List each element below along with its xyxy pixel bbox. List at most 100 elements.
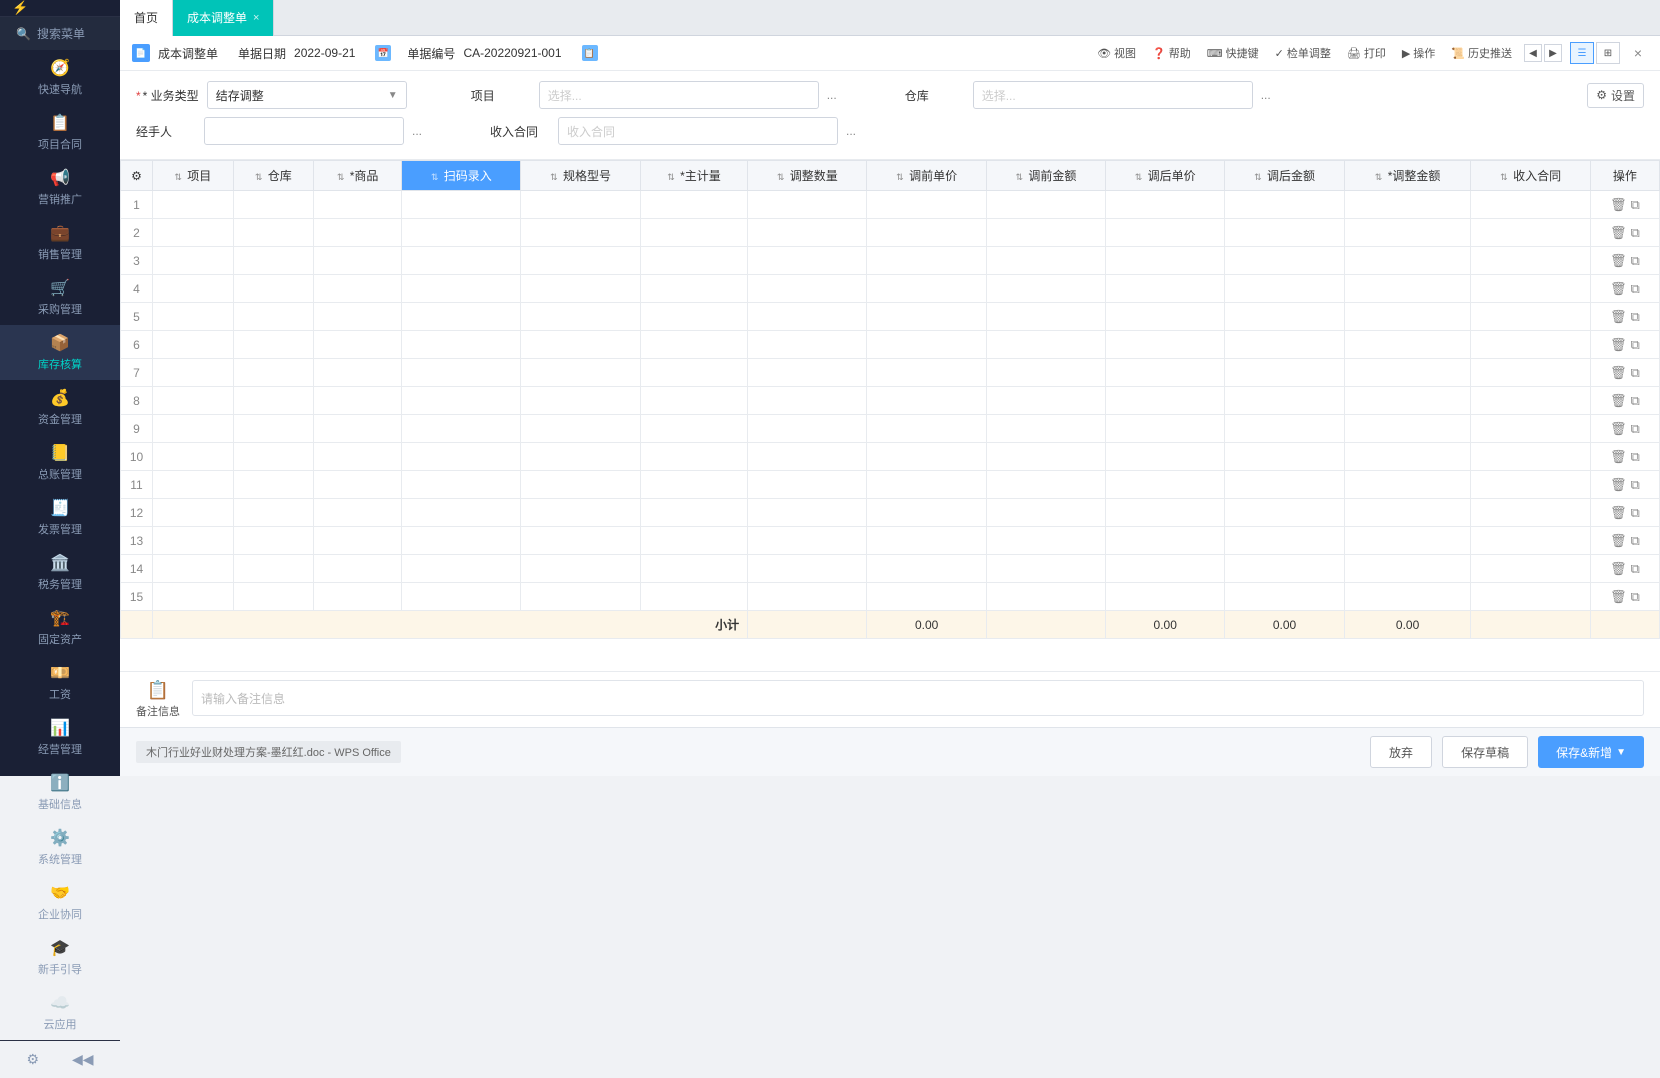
table-cell[interactable] bbox=[233, 527, 314, 555]
print-btn[interactable]: 🖨 打印 bbox=[1343, 43, 1390, 63]
table-cell[interactable] bbox=[521, 191, 640, 219]
table-cell[interactable] bbox=[402, 303, 521, 331]
table-cell[interactable] bbox=[1106, 303, 1225, 331]
table-cell[interactable] bbox=[748, 191, 867, 219]
project-input[interactable]: 选择... bbox=[539, 81, 819, 109]
table-cell[interactable] bbox=[233, 331, 314, 359]
table-cell[interactable] bbox=[1344, 247, 1471, 275]
sidebar-item-biz-coop[interactable]: 🤝 企业协同 bbox=[0, 875, 120, 930]
table-cell[interactable] bbox=[233, 219, 314, 247]
sidebar-settings-icon[interactable]: ⚙ bbox=[26, 1051, 39, 1068]
table-cell[interactable] bbox=[153, 499, 234, 527]
copy-row-icon[interactable]: ⧉ bbox=[1631, 421, 1640, 437]
table-cell[interactable] bbox=[748, 471, 867, 499]
table-cell[interactable] bbox=[521, 527, 640, 555]
table-cell[interactable] bbox=[867, 555, 986, 583]
table-cell[interactable] bbox=[1344, 331, 1471, 359]
copy-row-icon[interactable]: ⧉ bbox=[1631, 393, 1640, 409]
table-cell[interactable] bbox=[640, 359, 747, 387]
table-cell[interactable] bbox=[153, 359, 234, 387]
table-row[interactable]: 6🗑⧉ bbox=[121, 331, 1660, 359]
table-cell[interactable] bbox=[521, 247, 640, 275]
copy-row-icon[interactable]: ⧉ bbox=[1631, 589, 1640, 605]
table-cell[interactable] bbox=[748, 331, 867, 359]
table-cell[interactable] bbox=[748, 219, 867, 247]
calendar-icon[interactable]: 📅 bbox=[375, 45, 391, 61]
grid-view-btn[interactable]: ⊞ bbox=[1596, 42, 1620, 64]
save-new-button[interactable]: 保存&新增 ▼ bbox=[1538, 736, 1644, 768]
table-cell[interactable] bbox=[1471, 275, 1590, 303]
table-cell[interactable] bbox=[1344, 471, 1471, 499]
table-cell[interactable] bbox=[314, 387, 402, 415]
handler-input[interactable] bbox=[204, 117, 404, 145]
sidebar-item-ops-mgmt[interactable]: 📊 经营管理 bbox=[0, 710, 120, 765]
delete-row-icon[interactable]: 🗑 bbox=[1610, 477, 1627, 493]
table-cell[interactable] bbox=[1471, 359, 1590, 387]
table-cell[interactable] bbox=[867, 219, 986, 247]
table-cell[interactable] bbox=[153, 247, 234, 275]
table-cell[interactable] bbox=[986, 555, 1105, 583]
table-cell[interactable] bbox=[1471, 443, 1590, 471]
table-cell[interactable] bbox=[1225, 499, 1344, 527]
sidebar-item-ledger[interactable]: 📒 总账管理 bbox=[0, 435, 120, 490]
delete-row-icon[interactable]: 🗑 bbox=[1610, 533, 1627, 549]
table-cell[interactable] bbox=[1344, 499, 1471, 527]
copy-row-icon[interactable]: ⧉ bbox=[1631, 533, 1640, 549]
sidebar-item-invoice[interactable]: 🧾 发票管理 bbox=[0, 490, 120, 545]
table-cell[interactable] bbox=[314, 443, 402, 471]
table-cell[interactable] bbox=[640, 527, 747, 555]
table-cell[interactable] bbox=[1344, 275, 1471, 303]
tab-close-icon[interactable]: × bbox=[253, 12, 259, 24]
table-cell[interactable] bbox=[233, 275, 314, 303]
table-row[interactable]: 13🗑⧉ bbox=[121, 527, 1660, 555]
copy-row-icon[interactable]: ⧉ bbox=[1631, 281, 1640, 297]
table-cell[interactable] bbox=[402, 499, 521, 527]
table-cell[interactable] bbox=[867, 247, 986, 275]
table-cell[interactable] bbox=[233, 415, 314, 443]
table-cell[interactable] bbox=[640, 387, 747, 415]
table-cell[interactable] bbox=[1471, 499, 1590, 527]
table-cell[interactable] bbox=[748, 275, 867, 303]
table-cell[interactable] bbox=[986, 191, 1105, 219]
copy-row-icon[interactable]: ⧉ bbox=[1631, 197, 1640, 213]
table-cell[interactable] bbox=[1106, 471, 1225, 499]
table-cell[interactable] bbox=[1344, 387, 1471, 415]
table-cell[interactable] bbox=[1225, 359, 1344, 387]
table-cell[interactable] bbox=[521, 555, 640, 583]
copy-row-icon[interactable]: ⧉ bbox=[1631, 449, 1640, 465]
table-cell[interactable] bbox=[986, 583, 1105, 611]
table-row[interactable]: 10🗑⧉ bbox=[121, 443, 1660, 471]
copy-row-icon[interactable]: ⧉ bbox=[1631, 337, 1640, 353]
table-cell[interactable] bbox=[521, 415, 640, 443]
table-cell[interactable] bbox=[640, 331, 747, 359]
table-cell[interactable] bbox=[402, 387, 521, 415]
table-cell[interactable] bbox=[1106, 247, 1225, 275]
table-cell[interactable] bbox=[402, 359, 521, 387]
table-cell[interactable] bbox=[1471, 583, 1590, 611]
table-cell[interactable] bbox=[153, 471, 234, 499]
table-cell[interactable] bbox=[153, 191, 234, 219]
table-cell[interactable] bbox=[748, 583, 867, 611]
table-cell[interactable] bbox=[314, 499, 402, 527]
table-cell[interactable] bbox=[867, 359, 986, 387]
table-cell[interactable] bbox=[1471, 555, 1590, 583]
table-cell[interactable] bbox=[1344, 527, 1471, 555]
table-cell[interactable] bbox=[1344, 443, 1471, 471]
table-row[interactable]: 2🗑⧉ bbox=[121, 219, 1660, 247]
table-cell[interactable] bbox=[867, 191, 986, 219]
table-cell[interactable] bbox=[521, 275, 640, 303]
income-contract-ellipsis[interactable]: ... bbox=[842, 124, 860, 138]
view-btn[interactable]: 👁 视图 bbox=[1093, 43, 1140, 63]
delete-row-icon[interactable]: 🗑 bbox=[1610, 421, 1627, 437]
copy-row-icon[interactable]: ⧉ bbox=[1631, 309, 1640, 325]
table-cell[interactable] bbox=[314, 555, 402, 583]
table-cell[interactable] bbox=[1106, 387, 1225, 415]
table-cell[interactable] bbox=[986, 387, 1105, 415]
table-cell[interactable] bbox=[1225, 219, 1344, 247]
table-cell[interactable] bbox=[1106, 331, 1225, 359]
table-cell[interactable] bbox=[1106, 219, 1225, 247]
table-cell[interactable] bbox=[748, 443, 867, 471]
table-cell[interactable] bbox=[1106, 415, 1225, 443]
save-draft-button[interactable]: 保存草稿 bbox=[1442, 736, 1528, 768]
table-cell[interactable] bbox=[314, 303, 402, 331]
